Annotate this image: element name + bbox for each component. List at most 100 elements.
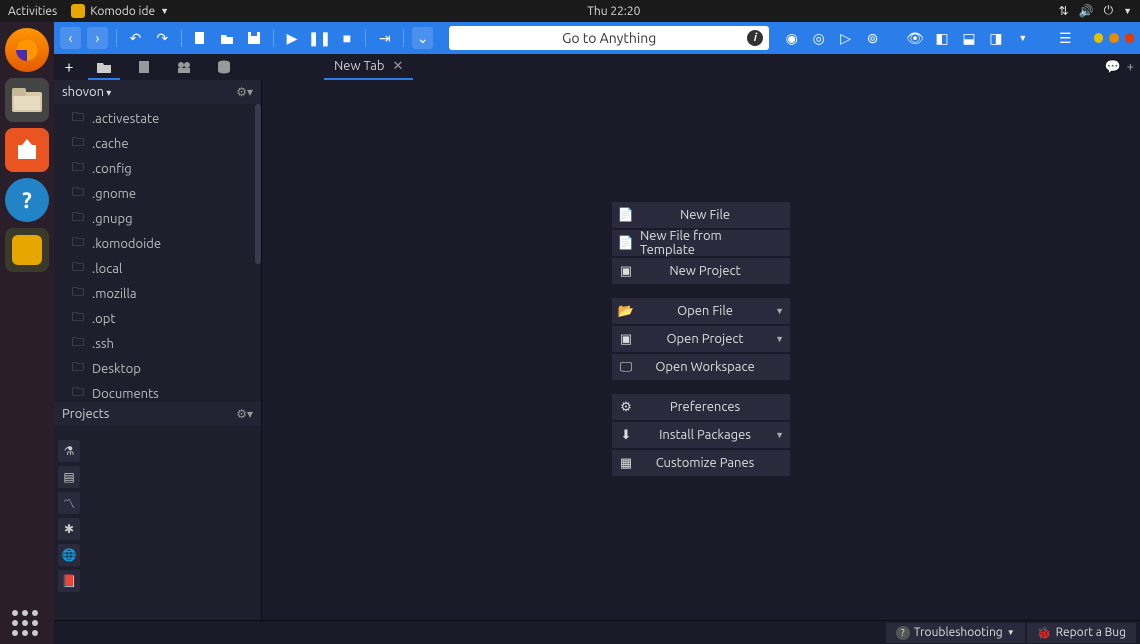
notification-icon[interactable]: 💬 [1104,60,1120,75]
files-tab[interactable] [124,54,164,80]
power-icon[interactable]: ⏻ [1104,4,1114,18]
tree-item[interactable]: 🗀.komodoide [54,231,261,256]
clock[interactable]: Thu 22:20 [169,5,1059,18]
new-file-button[interactable] [190,27,211,49]
places-tab[interactable] [84,54,124,80]
start-new-project[interactable]: ▣New Project [612,258,790,284]
tree-item[interactable]: 🗀.ssh [54,331,261,356]
menu-icon[interactable]: ☰ [1055,27,1076,49]
file-tree: 🗀.activestate 🗀.cache 🗀.config 🗀.gnome 🗀… [54,104,261,402]
macro-stop-icon[interactable]: ◎ [808,27,829,49]
tree-scrollbar[interactable] [255,104,261,264]
add-tab-button[interactable]: + [54,54,84,80]
gear-icon[interactable]: ⚙▾ [236,407,253,421]
tree-item[interactable]: 🗀.mozilla [54,281,261,306]
folder-icon: 🗀 [72,283,86,304]
dock-komodo[interactable] [5,228,49,272]
save-button[interactable] [244,27,265,49]
database-tab[interactable] [204,54,244,80]
pane-left-icon[interactable]: ◧ [932,27,953,49]
status-dot-error[interactable] [1125,33,1135,43]
pane-menu-caret[interactable]: ▼ [1012,27,1033,49]
folder-icon: 🗀 [72,258,86,279]
status-dot-alert[interactable] [1109,33,1119,43]
main-toolbar: ‹ › ↶ ↷ ▶ ❚❚ ■ ⇥ ⌄ Go to Anything i ◉ ◎ … [54,22,1140,54]
snippet-icon[interactable]: ✱ [58,518,80,540]
gear-icon[interactable]: ⚙▾ [236,85,253,99]
tree-item[interactable]: 🗀.gnupg [54,206,261,231]
pause-button[interactable]: ❚❚ [308,27,330,49]
globe-icon[interactable]: 🌐 [58,544,80,566]
indent-button[interactable]: ⇥ [374,27,395,49]
app-menu[interactable]: Komodo ide ▼ [71,4,169,18]
tree-item[interactable]: 🗀.activestate [54,106,261,131]
book-icon[interactable]: 📕 [58,570,80,592]
sidebar-root-selector[interactable]: shovon ⚙▾ [54,80,261,104]
start-preferences[interactable]: ⚙Preferences [612,394,790,420]
dock-files[interactable] [5,78,49,122]
open-file-button[interactable] [217,27,238,49]
network-icon[interactable]: ⇅ [1059,4,1069,18]
back-button[interactable]: ‹ [60,27,81,49]
show-applications[interactable] [12,610,38,636]
folder-icon: 🗀 [72,233,86,254]
macro-settings-icon[interactable]: ⊚ [862,27,883,49]
start-page: 📄New File 📄New File from Template ▣New P… [612,202,790,488]
tree-item[interactable]: 🗀.gnome [54,181,261,206]
project-icon: ▣ [612,264,640,279]
close-tab-icon[interactable]: ✕ [393,59,404,74]
start-new-file-template[interactable]: 📄New File from Template [612,230,790,256]
gnome-top-bar: Activities Komodo ide ▼ Thu 22:20 ⇅ 🔊 ⏻ … [0,0,1140,22]
left-icon-rail: ⚗ ▤ 〽 ✱ 🌐 📕 [54,436,84,596]
macro-play-icon[interactable]: ▷ [835,27,856,49]
file-template-icon: 📄 [612,236,640,251]
start-open-project[interactable]: ▣Open Project▼ [612,326,790,352]
pane-bottom-icon[interactable]: ⬓ [958,27,979,49]
start-new-file[interactable]: 📄New File [612,202,790,228]
stop-button[interactable]: ■ [336,27,357,49]
volume-icon[interactable]: 🔊 [1079,4,1094,18]
start-open-workspace[interactable]: 🖵Open Workspace [612,354,790,380]
undo-button[interactable]: ↶ [125,27,146,49]
status-dot-warning[interactable] [1094,33,1104,43]
folder-icon: 🗀 [72,383,86,402]
tree-item[interactable]: 🗀.local [54,256,261,281]
forward-button[interactable]: › [87,27,108,49]
activities-button[interactable]: Activities [8,5,57,18]
editor-area: 📄New File 📄New File from Template ▣New P… [262,80,1140,620]
side-panel-tabs [84,54,274,80]
dock-help[interactable]: ? [5,178,49,222]
tree-item[interactable]: 🗀Desktop [54,356,261,381]
goto-anything-input[interactable]: Go to Anything i [449,26,769,50]
folder-icon: 🗀 [72,358,86,379]
tree-item[interactable]: 🗀.cache [54,131,261,156]
tree-item[interactable]: 🗀.opt [54,306,261,331]
editor-tab-new[interactable]: New Tab ✕ [324,54,413,80]
download-icon: ⬇ [612,428,640,443]
start-open-file[interactable]: 📂Open File▼ [612,298,790,324]
dock-firefox[interactable] [5,28,49,72]
terminal-icon[interactable]: ▤ [58,466,80,488]
info-icon[interactable]: i [747,30,763,46]
troubleshooting-button[interactable]: ? Troubleshooting ▼ [886,623,1025,643]
eye-icon[interactable]: 👁 [905,27,926,49]
redo-button[interactable]: ↷ [152,27,173,49]
report-bug-button[interactable]: 🐞 Report a Bug [1027,623,1136,643]
play-button[interactable]: ▶ [282,27,303,49]
tree-item[interactable]: 🗀Documents [54,381,261,402]
start-install-packages[interactable]: ⬇Install Packages▼ [612,422,790,448]
beaker-icon[interactable]: ⚗ [58,440,80,462]
dock-software[interactable] [5,128,49,172]
system-menu-caret[interactable]: ▼ [1123,6,1132,16]
chart-icon[interactable]: 〽 [58,492,80,514]
projects-panel-header[interactable]: Projects ⚙▾ [54,402,261,426]
start-customize-panes[interactable]: ▦Customize Panes [612,450,790,476]
dropdown-button[interactable]: ⌄ [412,27,433,49]
open-folder-icon: 📂 [612,304,640,319]
add-pane-icon[interactable]: + [1127,60,1134,74]
bug-icon: 🐞 [1037,626,1052,640]
tree-item[interactable]: 🗀.config [54,156,261,181]
collab-tab[interactable] [164,54,204,80]
pane-right-icon[interactable]: ◨ [985,27,1006,49]
record-macro-icon[interactable]: ◉ [781,27,802,49]
